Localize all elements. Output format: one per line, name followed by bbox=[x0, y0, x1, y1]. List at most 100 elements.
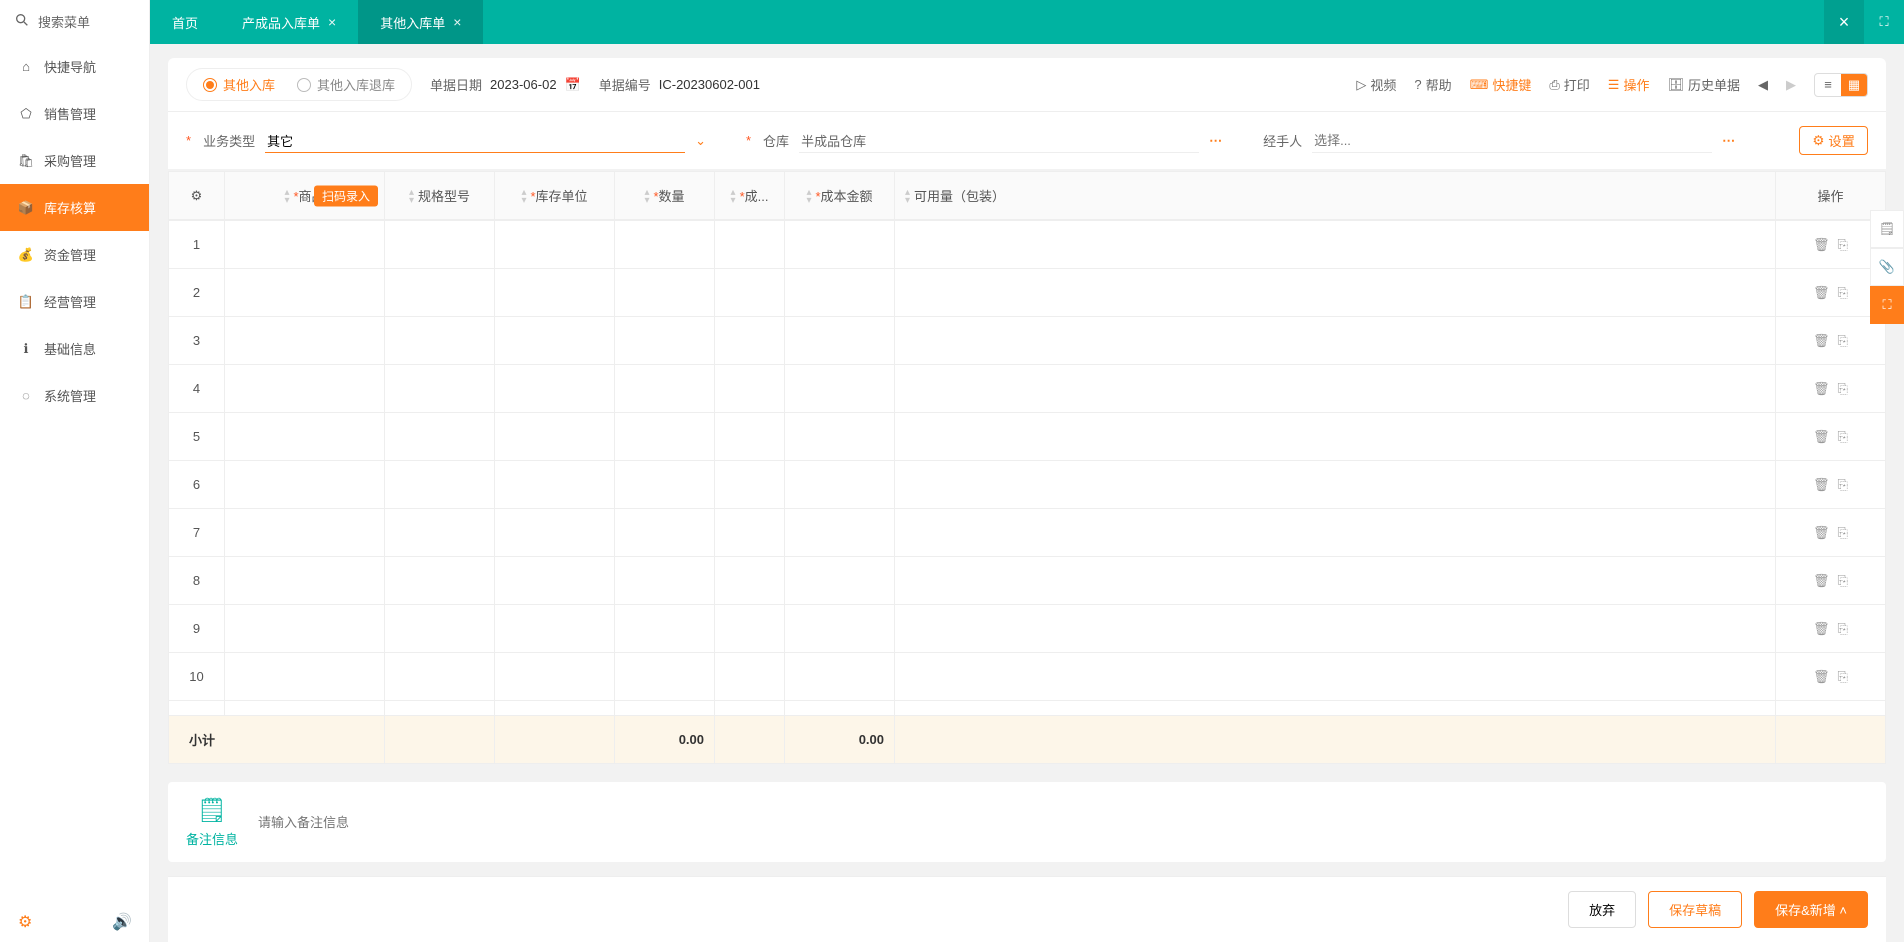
sidebar-item-6[interactable]: ℹ基础信息 bbox=[0, 325, 149, 372]
remarks-label: 🗒 备注信息 bbox=[186, 796, 238, 848]
col-product[interactable]: ▴▾*商品扫码录入 bbox=[225, 172, 385, 220]
subtotal-qty: 0.00 bbox=[615, 716, 715, 764]
side-tool-note-icon[interactable]: 🗒 bbox=[1870, 210, 1904, 248]
chevron-down-icon[interactable]: ⌄ bbox=[695, 133, 706, 149]
col-qty[interactable]: ▴▾*数量 bbox=[615, 172, 715, 220]
biz-type-input[interactable] bbox=[265, 129, 685, 153]
doc-date-value[interactable]: 2023-06-02 bbox=[490, 77, 557, 92]
sidebar-item-1[interactable]: ⬠ 销售管理 bbox=[0, 90, 149, 137]
shortcut-link[interactable]: ⌨快捷键 bbox=[1470, 75, 1532, 94]
copy-row-icon[interactable]: ⎘ bbox=[1838, 477, 1848, 492]
delete-row-icon[interactable]: 🗑 bbox=[1813, 429, 1830, 444]
view-list-icon[interactable]: ≡ bbox=[1815, 74, 1841, 96]
warehouse-more-icon[interactable]: ⋯ bbox=[1209, 133, 1223, 149]
row-index: 7 bbox=[169, 509, 225, 557]
help-link[interactable]: ?帮助 bbox=[1414, 75, 1451, 94]
col-cost-amount[interactable]: ▴▾*成本金额 bbox=[785, 172, 895, 220]
calendar-icon[interactable]: 📅 bbox=[565, 77, 581, 93]
close-icon[interactable]: × bbox=[453, 14, 461, 30]
sidebar-item-0[interactable]: ⌂快捷导航 bbox=[0, 43, 149, 90]
subtotal-label: 小计 bbox=[169, 716, 385, 764]
delete-row-icon[interactable]: 🗑 bbox=[1813, 669, 1830, 684]
save-and-new-button[interactable]: 保存&新增 ˄ bbox=[1754, 891, 1868, 928]
header-row-2: * 业务类型 ⌄ * 仓库 ⋯ 经手人 ⋯ ⚙ 设置 bbox=[168, 112, 1886, 169]
settings-button[interactable]: ⚙ 设置 bbox=[1799, 126, 1868, 155]
video-link[interactable]: ▷视频 bbox=[1356, 75, 1396, 94]
col-available[interactable]: ▴▾可用量（包装） bbox=[895, 172, 1776, 220]
tab-2[interactable]: 其他入库单× bbox=[358, 0, 483, 44]
delete-row-icon[interactable]: 🗑 bbox=[1813, 621, 1830, 636]
copy-row-icon[interactable]: ⎘ bbox=[1838, 333, 1848, 348]
history-next-icon[interactable]: ▶ bbox=[1786, 77, 1796, 93]
sidebar-item-label: 系统管理 bbox=[44, 386, 96, 405]
col-gear[interactable]: ⚙ bbox=[169, 172, 225, 220]
sidebar-item-4[interactable]: 💰资金管理 bbox=[0, 231, 149, 278]
tab-0[interactable]: 首页 bbox=[150, 0, 220, 44]
sound-icon[interactable]: 🔊 bbox=[112, 912, 132, 932]
header-toolbar: ▷视频 ?帮助 ⌨快捷键 ⎙打印 ☰操作 🗄历史单据 ◀ ▶ ≡ ▦ bbox=[1356, 73, 1868, 97]
table-row[interactable]: 6🗑⎘ bbox=[169, 461, 1886, 509]
copy-row-icon[interactable]: ⎘ bbox=[1838, 573, 1848, 588]
delete-row-icon[interactable]: 🗑 bbox=[1813, 477, 1830, 492]
table-row[interactable]: 8🗑⎘ bbox=[169, 557, 1886, 605]
view-toggle: ≡ ▦ bbox=[1814, 73, 1868, 97]
remarks-input[interactable] bbox=[258, 815, 1868, 830]
close-icon[interactable]: × bbox=[328, 14, 336, 30]
table-row[interactable]: 5🗑⎘ bbox=[169, 413, 1886, 461]
col-spec[interactable]: ▴▾规格型号 bbox=[385, 172, 495, 220]
delete-row-icon[interactable]: 🗑 bbox=[1813, 237, 1830, 252]
copy-row-icon[interactable]: ⎘ bbox=[1838, 621, 1848, 636]
scan-entry-button[interactable]: 扫码录入 bbox=[314, 185, 378, 206]
sidebar-item-2[interactable]: 🛍采购管理 bbox=[0, 137, 149, 184]
topbar-close-icon[interactable]: × bbox=[1824, 0, 1864, 44]
table-row[interactable]: 9🗑⎘ bbox=[169, 605, 1886, 653]
copy-row-icon[interactable]: ⎘ bbox=[1838, 429, 1848, 444]
print-link[interactable]: ⎙打印 bbox=[1549, 75, 1589, 94]
delete-row-icon[interactable]: 🗑 bbox=[1813, 333, 1830, 348]
copy-row-icon[interactable]: ⎘ bbox=[1838, 669, 1848, 684]
copy-row-icon[interactable]: ⎘ bbox=[1838, 285, 1848, 300]
delete-row-icon[interactable]: 🗑 bbox=[1813, 525, 1830, 540]
tab-label: 首页 bbox=[172, 13, 198, 32]
sidebar-item-5[interactable]: 📋经营管理 bbox=[0, 278, 149, 325]
sidebar-item-3[interactable]: 📦库存核算 bbox=[0, 184, 149, 231]
table-row[interactable]: 1🗑⎘ bbox=[169, 221, 1886, 269]
delete-row-icon[interactable]: 🗑 bbox=[1813, 381, 1830, 396]
handler-more-icon[interactable]: ⋯ bbox=[1722, 133, 1736, 149]
delete-row-icon[interactable]: 🗑 bbox=[1813, 285, 1830, 300]
table-row[interactable]: 3🗑⎘ bbox=[169, 317, 1886, 365]
handler-input[interactable] bbox=[1312, 129, 1712, 153]
sidebar-search[interactable]: 搜索菜单 bbox=[0, 0, 149, 43]
table-row[interactable]: 4🗑⎘ bbox=[169, 365, 1886, 413]
copy-row-icon[interactable]: ⎘ bbox=[1838, 525, 1848, 540]
save-draft-button[interactable]: 保存草稿 bbox=[1648, 891, 1742, 928]
radio-label: 其他入库 bbox=[223, 75, 275, 94]
settings-gear-icon[interactable]: ⚙ bbox=[18, 912, 32, 932]
copy-row-icon[interactable]: ⎘ bbox=[1838, 237, 1848, 252]
col-cost[interactable]: ▴▾*成... bbox=[715, 172, 785, 220]
side-tool-expand-icon[interactable]: ⛶ bbox=[1870, 286, 1904, 324]
operate-link[interactable]: ☰操作 bbox=[1608, 75, 1650, 94]
table-row[interactable]: 10🗑⎘ bbox=[169, 653, 1886, 701]
table-row[interactable]: 7 🗑 ⎘ bbox=[169, 509, 1886, 557]
side-tool-attach-icon[interactable]: 📎 bbox=[1870, 248, 1904, 286]
delete-row-icon[interactable]: 🗑 bbox=[1813, 573, 1830, 588]
history-link[interactable]: 🗄历史单据 bbox=[1667, 75, 1740, 94]
doc-type-radio-0[interactable]: 其他入库 bbox=[203, 75, 275, 94]
tag-icon: ⬠ bbox=[18, 106, 34, 122]
gear-icon: ⚙ bbox=[191, 188, 203, 203]
sidebar-item-label: 销售管理 bbox=[44, 104, 96, 123]
table-row[interactable]: 2🗑⎘ bbox=[169, 269, 1886, 317]
doc-type-radio-1[interactable]: 其他入库退库 bbox=[297, 75, 395, 94]
table-row[interactable]: 11🗑⎘ bbox=[169, 701, 1886, 716]
sidebar-item-7[interactable]: ◌系统管理 bbox=[0, 372, 149, 419]
warehouse-input[interactable] bbox=[799, 129, 1199, 153]
topbar-expand-icon[interactable]: ⛶ bbox=[1864, 0, 1904, 44]
history-prev-icon[interactable]: ◀ bbox=[1758, 77, 1768, 93]
col-unit[interactable]: ▴▾*库存单位 bbox=[495, 172, 615, 220]
history-icon: 🗄 bbox=[1667, 77, 1684, 93]
tab-1[interactable]: 产成品入库单× bbox=[220, 0, 358, 44]
discard-button[interactable]: 放弃 bbox=[1568, 891, 1636, 928]
copy-row-icon[interactable]: ⎘ bbox=[1838, 381, 1848, 396]
view-card-icon[interactable]: ▦ bbox=[1841, 74, 1867, 96]
